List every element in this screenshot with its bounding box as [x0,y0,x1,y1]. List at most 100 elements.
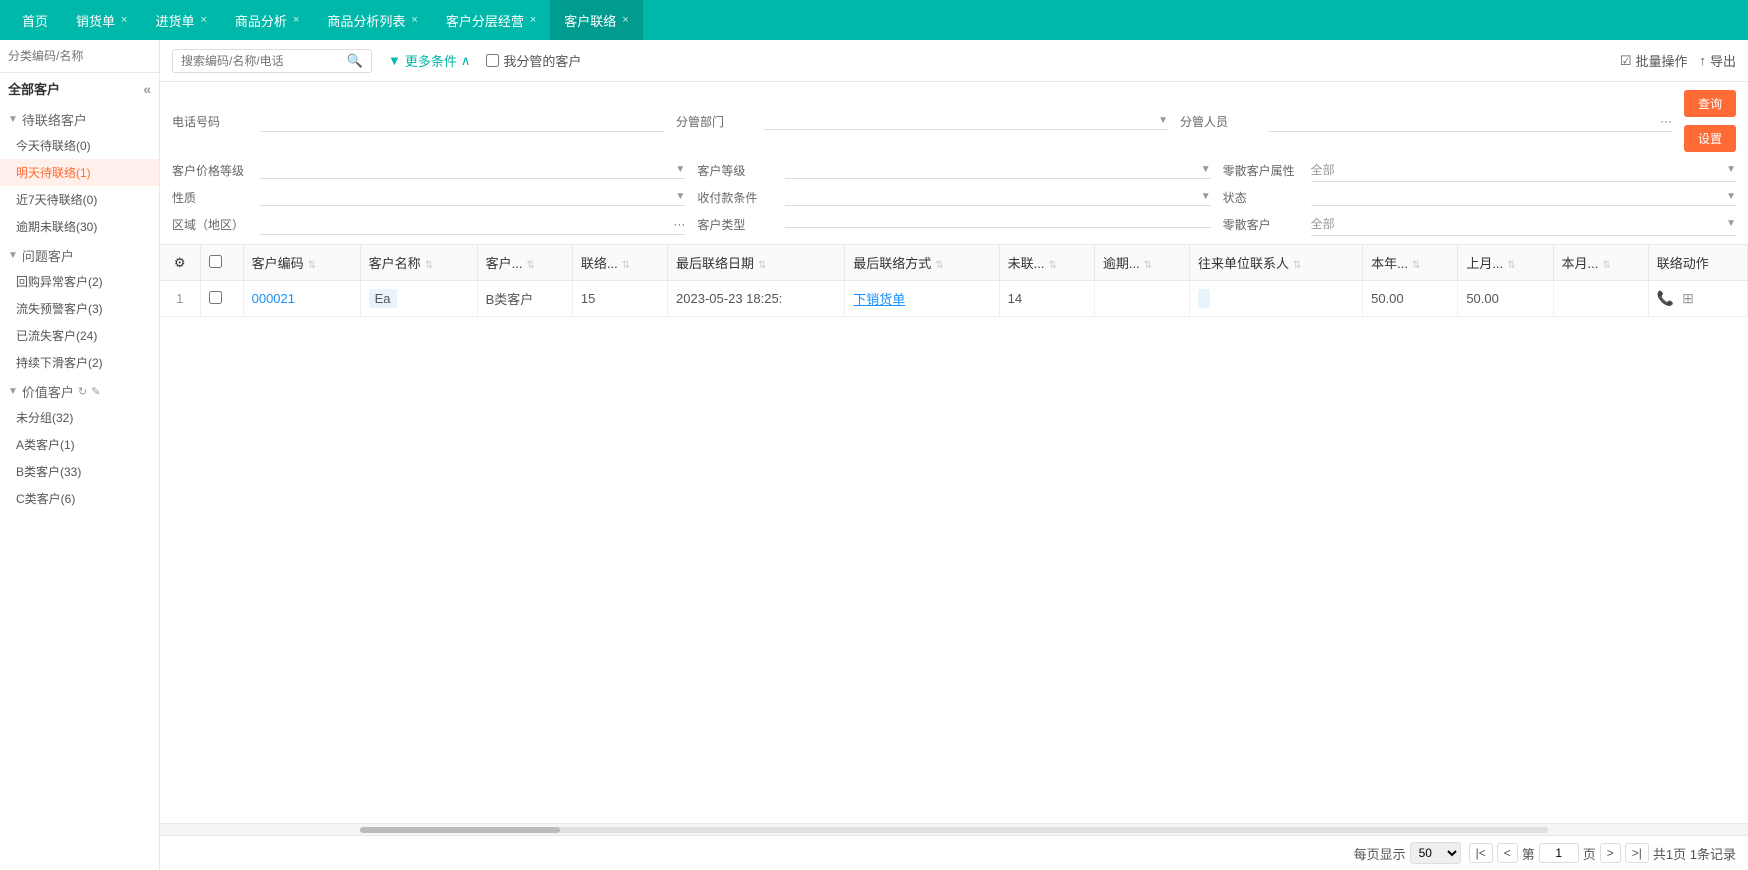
value-group-label: 价值客户 ↻ ✎ [0,376,159,404]
main-search-input[interactable] [181,54,343,68]
first-page-btn[interactable]: |< [1469,843,1493,863]
collapse-icon: « [143,81,151,97]
edit-icon[interactable]: ✎ [91,385,100,398]
top-nav: 首页 销货单 × 进货单 × 商品分析 × 商品分析列表 × 客户分层经营 × … [0,0,1748,40]
nav-analysis-list-close[interactable]: × [411,14,417,26]
col-this-month[interactable]: 本月...⇅ [1553,245,1648,281]
page-size-area: 每页显示 50 100 200 [1354,842,1461,864]
my-customers-checkbox[interactable] [486,54,499,67]
col-last-date[interactable]: 最后联络日期⇅ [668,245,845,281]
export-btn[interactable]: ↑ 导出 [1699,51,1736,70]
nav-purchase[interactable]: 进货单 × [141,0,220,40]
customer-level-select[interactable]: ▼ [785,161,1210,179]
row-action-btns: 📞 ⊞ [1648,281,1747,317]
col-type[interactable]: 客户...⇅ [477,245,572,281]
nav-customer-segment[interactable]: 客户分层经营 × [432,0,550,40]
nav-segment-close[interactable]: × [530,14,536,26]
my-customers-label[interactable]: 我分管的客户 [486,51,581,70]
sort-icon: ⇅ [1048,260,1056,271]
sidebar-item-today[interactable]: 今天待联络(0) [0,132,159,159]
row-uncontact: 14 [999,281,1094,317]
prev-page-btn[interactable]: < [1497,843,1518,863]
sort-icon: ⇅ [935,260,943,271]
sidebar-item-tomorrow[interactable]: 明天待联络(1) [0,159,159,186]
col-unit-contact[interactable]: 往来单位联系人⇅ [1190,245,1363,281]
footer-nav: |< < 第 页 > >| 共1页 1条记录 [1469,843,1736,863]
col-code[interactable]: 客户编码⇅ [243,245,360,281]
scroll-track[interactable] [360,827,1548,833]
page-suffix: 页 [1583,844,1596,863]
sidebar-item-churn-warning[interactable]: 流失预警客户(3) [0,295,159,322]
row-checkbox[interactable] [200,281,243,317]
nav-analysis-list[interactable]: 商品分析列表 × [313,0,431,40]
sidebar-item-repurchase-abnormal[interactable]: 回购异常客户(2) [0,268,159,295]
nav-contact-close[interactable]: × [622,14,628,26]
col-uncontact[interactable]: 未联...⇅ [999,245,1094,281]
price-level-select[interactable]: ▼ [260,161,685,179]
col-checkbox[interactable] [200,245,243,281]
nav-sales[interactable]: 销货单 × [62,0,141,40]
nav-purchase-close[interactable]: × [200,14,206,26]
page-size-select[interactable]: 50 100 200 [1410,842,1461,864]
last-page-btn[interactable]: >| [1625,843,1649,863]
grid-action-icon[interactable]: ⊞ [1682,290,1694,307]
query-button[interactable]: 查询 [1684,90,1736,117]
sidebar-item-unclassified[interactable]: 未分组(32) [0,404,159,431]
sidebar-item-churned[interactable]: 已流失客户(24) [0,322,159,349]
col-last-method[interactable]: 最后联络方式⇅ [845,245,999,281]
dept-select[interactable]: ▼ [764,112,1168,130]
sidebar-item-declining[interactable]: 持续下滑客户(2) [0,349,159,376]
retail-attr-select[interactable]: 全部 ▼ [1311,158,1736,182]
gender-field: 性质 ▼ [172,188,685,206]
sidebar-item-overdue[interactable]: 逾期未联络(30) [0,213,159,240]
sort-icon: ⇅ [308,260,316,271]
nav-analysis-close[interactable]: × [293,14,299,26]
nav-sales-close[interactable]: × [121,14,127,26]
select-all-checkbox[interactable] [209,255,222,268]
sort-icon: ⇅ [526,260,534,271]
col-name[interactable]: 客户名称⇅ [360,245,477,281]
scroll-thumb[interactable] [360,827,560,833]
filter-icon: ▼ [388,53,401,68]
batch-op-btn[interactable]: ☑ 批量操作 [1620,51,1688,70]
person-select[interactable]: ··· [1268,111,1672,132]
col-settings[interactable]: ⚙ [160,245,200,281]
person-field: 分管人员 ··· [1180,111,1672,132]
person-more-btn[interactable]: ··· [1660,114,1672,128]
col-this-year[interactable]: 本年...⇅ [1363,245,1458,281]
retail-attr-field: 零散客户属性 全部 ▼ [1223,158,1736,182]
all-customers-header[interactable]: 全部客户 « [0,73,159,104]
next-page-btn[interactable]: > [1600,843,1621,863]
phone-input[interactable] [260,111,664,132]
more-filter-btn[interactable]: ▼ 更多条件 ∧ [380,48,478,73]
customer-type-select[interactable] [785,221,1210,228]
area-select[interactable]: ··· [260,214,685,235]
sidebar-item-7days[interactable]: 近7天待联络(0) [0,186,159,213]
price-level-label: 客户价格等级 [172,162,252,179]
nav-customer-contact[interactable]: 客户联络 × [550,0,642,40]
retail-customer-select[interactable]: 全部 ▼ [1311,212,1736,236]
sidebar-item-b-class[interactable]: B类客户(33) [0,458,159,485]
gender-select[interactable]: ▼ [260,188,685,206]
sidebar-search-input[interactable] [8,49,160,63]
col-actions: 联络动作 [1648,245,1747,281]
search-icon[interactable]: 🔍 [347,53,363,69]
page-input[interactable] [1539,843,1579,863]
nav-home[interactable]: 首页 [8,0,62,40]
col-last-month[interactable]: 上月...⇅ [1458,245,1553,281]
col-overdue[interactable]: 逾期...⇅ [1094,245,1189,281]
col-contact-count[interactable]: 联络...⇅ [572,245,667,281]
nav-analysis[interactable]: 商品分析 × [221,0,313,40]
chevron-down-icon: ▼ [1726,164,1736,175]
area-more-btn[interactable]: ··· [673,217,685,231]
status-select[interactable]: ▼ [1311,188,1736,206]
row-last-method[interactable]: 下销货单 [845,281,999,317]
phone-action-icon[interactable]: 📞 [1657,290,1674,307]
sidebar-item-c-class[interactable]: C类客户(6) [0,485,159,512]
row-last-month: 50.00 [1458,281,1553,317]
row-last-date: 2023-05-23 18:25: [668,281,845,317]
payment-select[interactable]: ▼ [785,188,1210,206]
sidebar-item-a-class[interactable]: A类客户(1) [0,431,159,458]
refresh-icon[interactable]: ↻ [78,385,87,398]
set-button[interactable]: 设置 [1684,125,1736,152]
